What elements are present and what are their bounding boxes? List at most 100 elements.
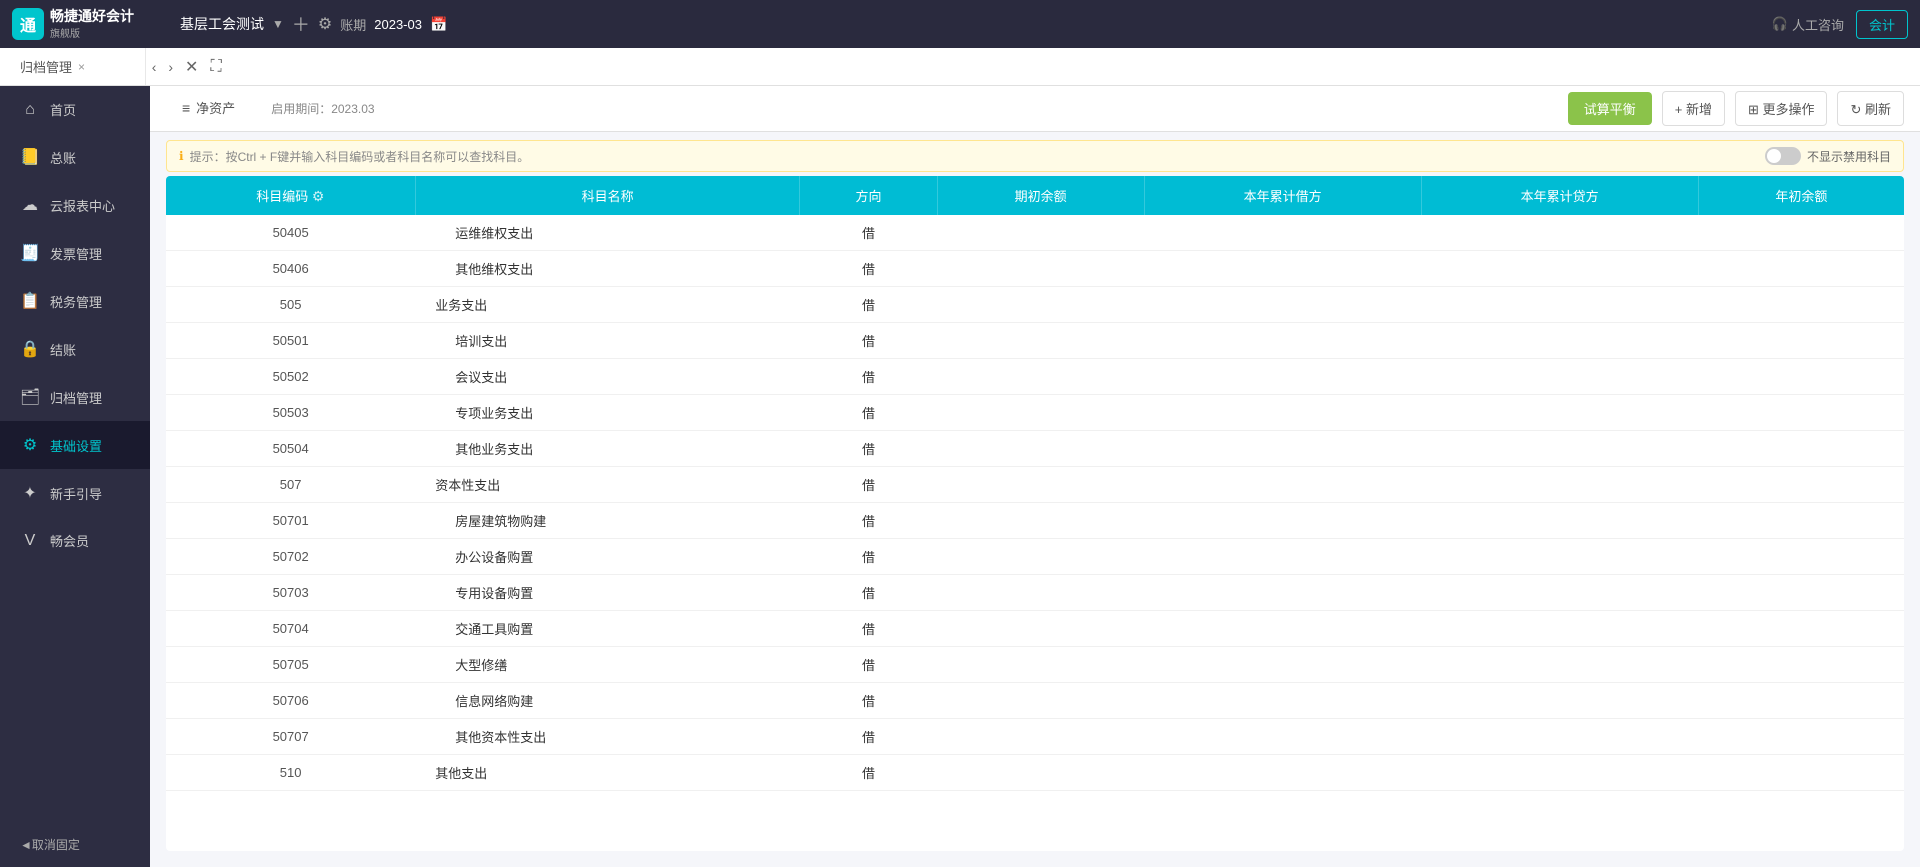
- cell-year-balance: [1698, 395, 1904, 431]
- cell-year-balance: [1698, 575, 1904, 611]
- settings-icon: ⚙: [20, 435, 40, 455]
- cell-year-balance: [1698, 287, 1904, 323]
- table-row[interactable]: 50702办公设备购置借: [166, 539, 1904, 575]
- top-right: 🎧 人工咨询 会计: [1772, 10, 1908, 39]
- toggle-label: 不显示禁用科目: [1807, 148, 1891, 165]
- table-row[interactable]: 50503专项业务支出借: [166, 395, 1904, 431]
- toggle-switch[interactable]: [1765, 147, 1801, 165]
- sidebar-item-ledger[interactable]: 📒总账: [0, 133, 150, 181]
- col-name: 科目名称: [415, 176, 800, 215]
- calendar-icon[interactable]: 📅: [430, 16, 447, 33]
- sidebar-item-tax[interactable]: 📋税务管理: [0, 277, 150, 325]
- home-icon: ⌂: [20, 101, 40, 119]
- table-row[interactable]: 50405运维维权支出借: [166, 215, 1904, 251]
- tab-item-6[interactable]: 归档管理×: [8, 48, 146, 86]
- period-value: 2023-03: [374, 17, 422, 32]
- cell-code: 50705: [166, 647, 415, 683]
- cell-period-balance: [937, 719, 1144, 755]
- cell-year-credit: [1421, 539, 1698, 575]
- account-button[interactable]: 会计: [1856, 10, 1908, 39]
- hint-bar: ℹ 提示：按Ctrl + F键并输入科目编码或者科目名称可以查找科目。 不显示禁…: [166, 140, 1904, 172]
- cell-year-balance: [1698, 683, 1904, 719]
- cell-period-balance: [937, 251, 1144, 287]
- more-actions-button[interactable]: ⊞ 更多操作: [1735, 91, 1828, 126]
- sidebar-item-archive[interactable]: 🗂归档管理: [0, 373, 150, 421]
- company-dropdown-icon[interactable]: ▼: [272, 17, 284, 31]
- table-row[interactable]: 50502会议支出借: [166, 359, 1904, 395]
- cell-year-balance: [1698, 755, 1904, 791]
- sidebar-item-home[interactable]: ⌂首页: [0, 86, 150, 133]
- logo-icon: 通: [12, 8, 44, 40]
- cell-period-balance: [937, 755, 1144, 791]
- sidebar-collapse-button[interactable]: ◄取消固定: [0, 822, 150, 867]
- cell-period-balance: [937, 647, 1144, 683]
- refresh-button[interactable]: ↻ 刷新: [1837, 91, 1904, 126]
- cell-year-balance: [1698, 539, 1904, 575]
- table-row[interactable]: 50706信息网络购建借: [166, 683, 1904, 719]
- cell-year-balance: [1698, 467, 1904, 503]
- sidebar-item-close[interactable]: 🔒结账: [0, 325, 150, 373]
- period-info: 启用期间：2023.03: [271, 100, 374, 117]
- sub-tab-net_asset[interactable]: ≡净资产: [166, 88, 251, 129]
- toolbar: 试算平衡 + 新增 ⊞ 更多操作 ↻ 刷新: [1568, 91, 1904, 126]
- table-row[interactable]: 510其他支出借: [166, 755, 1904, 791]
- table-row[interactable]: 50406其他维权支出借: [166, 251, 1904, 287]
- sidebar-item-reports[interactable]: ☁云报表中心: [0, 181, 150, 229]
- table-row[interactable]: 50707其他资本性支出借: [166, 719, 1904, 755]
- calc-balance-button[interactable]: 试算平衡: [1568, 92, 1652, 125]
- table-row[interactable]: 50704交通工具购置借: [166, 611, 1904, 647]
- tab-prev-button[interactable]: ‹: [146, 59, 163, 75]
- help-button[interactable]: 🎧 人工咨询: [1772, 15, 1844, 34]
- expand-button[interactable]: ⛶: [204, 58, 227, 76]
- table-row[interactable]: 505业务支出借: [166, 287, 1904, 323]
- add-company-button[interactable]: ＋: [292, 11, 310, 37]
- sidebar-item-guide[interactable]: ✦新手引导: [0, 469, 150, 517]
- close-all-tabs-button[interactable]: ✕: [179, 57, 204, 77]
- col-year-credit: 本年累计贷方: [1421, 176, 1698, 215]
- cell-year-credit: [1421, 683, 1698, 719]
- cell-year-balance: [1698, 251, 1904, 287]
- cell-year-debit: [1144, 719, 1421, 755]
- table-row[interactable]: 50504其他业务支出借: [166, 431, 1904, 467]
- table-row[interactable]: 50705大型修缮借: [166, 647, 1904, 683]
- cell-period-balance: [937, 287, 1144, 323]
- tab-list: 首页反(中期)×收入支出表(年报)×模版设计×税表清册×期末结转×归档管理×科目…: [8, 48, 146, 86]
- col-direction: 方向: [800, 176, 937, 215]
- tab-bar: 首页反(中期)×收入支出表(年报)×模版设计×税表清册×期末结转×归档管理×科目…: [0, 48, 1920, 86]
- cell-period-balance: [937, 611, 1144, 647]
- cell-year-debit: [1144, 467, 1421, 503]
- app-name: 畅捷通好会计: [50, 8, 134, 25]
- cell-name: 其他业务支出: [415, 431, 800, 467]
- cell-year-balance: [1698, 323, 1904, 359]
- cell-name: 房屋建筑物购建: [415, 503, 800, 539]
- settings-icon[interactable]: ⚙: [318, 14, 332, 34]
- cell-period-balance: [937, 359, 1144, 395]
- cell-name: 培训支出: [415, 323, 800, 359]
- toggle-disabled-subjects[interactable]: 不显示禁用科目: [1765, 147, 1891, 165]
- cell-period-balance: [937, 395, 1144, 431]
- cell-name: 运维维权支出: [415, 215, 800, 251]
- tab-close-icon[interactable]: ×: [78, 60, 85, 74]
- cell-period-balance: [937, 215, 1144, 251]
- table-row[interactable]: 50701房屋建筑物购建借: [166, 503, 1904, 539]
- sidebar-item-invoice[interactable]: 🧾发票管理: [0, 229, 150, 277]
- cell-code: 50406: [166, 251, 415, 287]
- cell-direction: 借: [800, 755, 937, 791]
- table-row[interactable]: 50501培训支出借: [166, 323, 1904, 359]
- cell-code: 50504: [166, 431, 415, 467]
- sidebar-item-member[interactable]: V畅会员: [0, 517, 150, 564]
- cell-direction: 借: [800, 647, 937, 683]
- cell-code: 50502: [166, 359, 415, 395]
- cell-direction: 借: [800, 683, 937, 719]
- gear-icon[interactable]: ⚙: [312, 188, 325, 204]
- table-row[interactable]: 50703专用设备购置借: [166, 575, 1904, 611]
- cell-year-credit: [1421, 431, 1698, 467]
- cell-year-credit: [1421, 251, 1698, 287]
- cell-year-debit: [1144, 575, 1421, 611]
- tab-next-button[interactable]: ›: [162, 59, 179, 75]
- sidebar-item-settings[interactable]: ⚙基础设置: [0, 421, 150, 469]
- table-row[interactable]: 507资本性支出借: [166, 467, 1904, 503]
- cell-direction: 借: [800, 215, 937, 251]
- add-button[interactable]: + 新增: [1662, 91, 1725, 126]
- cell-year-credit: [1421, 503, 1698, 539]
